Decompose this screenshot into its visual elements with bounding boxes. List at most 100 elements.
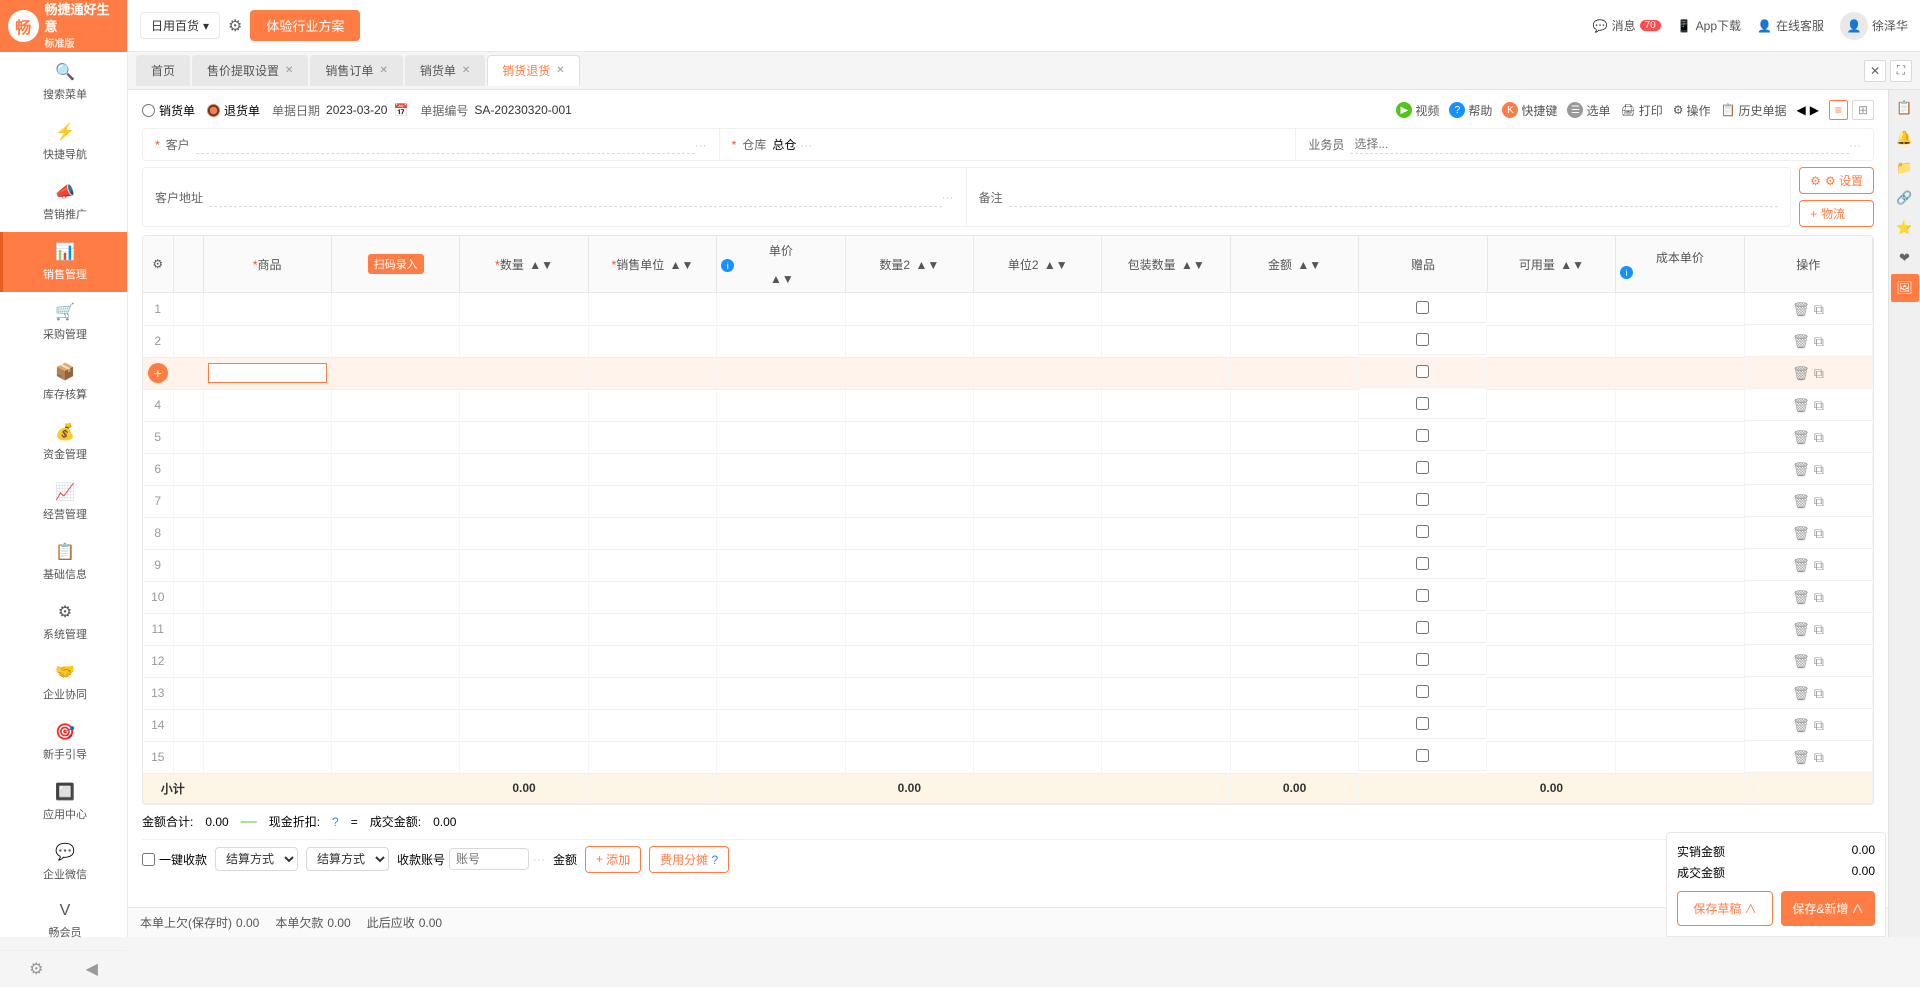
row4-copy-icon[interactable]: ⧉ [1814,397,1824,414]
tab-price-setting[interactable]: 售价提取设置 ✕ [192,55,308,86]
user-info[interactable]: 👤 徐泽华 [1840,12,1908,40]
price-sort-icon[interactable]: ▲▼ [770,272,794,286]
radio-sales-bill[interactable]: 销货单 [142,102,195,119]
settings-gear-icon[interactable]: ⚙ [228,16,242,36]
address-select-icon[interactable]: ··· [942,190,954,204]
row6-gift-checkbox[interactable] [1416,461,1429,474]
amount-sort-icon[interactable]: ▲▼ [1297,258,1321,272]
row2-unit-cell[interactable] [588,325,716,357]
next-btn[interactable]: ▶ [1810,103,1819,117]
row7-delete-icon[interactable]: 🗑 [1792,493,1810,510]
row1-unit2-cell[interactable] [974,293,1102,326]
sidebar-item-marketing[interactable]: 📣 营销推广 [0,172,127,232]
row14-gift-checkbox[interactable] [1416,717,1429,730]
row2-unit2-cell[interactable] [974,325,1102,357]
row15-copy-icon[interactable]: ⧉ [1814,749,1824,766]
sidebar-collapse-btn[interactable]: ◀ [86,959,98,979]
operation-action[interactable]: ⚙ 操作 [1673,102,1711,119]
tab-sales-order[interactable]: 销售订单 ✕ [310,55,402,86]
unit2-sort-icon[interactable]: ▲▼ [1044,258,1068,272]
tab-sales-order-close[interactable]: ✕ [379,65,387,76]
row1-qty2-cell[interactable] [845,293,973,326]
row5-copy-icon[interactable]: ⧉ [1814,429,1824,446]
staff-select-icon[interactable]: ··· [1849,138,1861,152]
app-download-btn[interactable]: 📱 App下载 [1677,17,1741,34]
row1-gift-checkbox[interactable] [1416,301,1429,314]
row1-unit-cell[interactable] [588,293,716,326]
row1-product-cell[interactable] [203,293,331,326]
row10-delete-icon[interactable]: 🗑 [1792,589,1810,606]
radio-sales-input[interactable] [142,104,155,117]
row1-qty-cell[interactable] [460,293,588,326]
row3-unit2-cell[interactable] [974,357,1102,389]
row8-gift-checkbox[interactable] [1416,525,1429,538]
fullscreen-btn[interactable]: ⛶ [1890,60,1912,82]
history-action[interactable]: 📋 历史单据 [1720,102,1786,119]
row3-copy-icon[interactable]: ⧉ [1814,365,1824,382]
row3-delete-icon[interactable]: 🗑 [1792,365,1810,382]
side-icon-link[interactable]: 🔗 [1891,184,1919,212]
row2-price-cell[interactable] [717,325,845,357]
side-icon-heart[interactable]: ❤ [1891,244,1919,272]
price-info-icon[interactable]: i [721,259,734,272]
print-action[interactable]: 🖨 打印 [1620,102,1662,119]
row1-packqty-cell[interactable] [1102,293,1230,326]
row3-amount-cell[interactable] [1230,357,1358,389]
row6-copy-icon[interactable]: ⧉ [1814,461,1824,478]
sidebar-item-collab[interactable]: 🤝 企业协同 [0,652,127,712]
row5-delete-icon[interactable]: 🗑 [1792,429,1810,446]
radio-return-bill[interactable]: 退货单 [207,102,260,119]
video-action[interactable]: ▶ 视频 [1396,102,1439,119]
category-select[interactable]: 日用百货 ▾ [140,12,220,39]
sidebar-item-operations[interactable]: 📈 经营管理 [0,472,127,532]
row5-gift-checkbox[interactable] [1416,429,1429,442]
scan-btn[interactable]: 扫码录入 [368,254,424,274]
side-icon-star[interactable]: ⭐ [1891,214,1919,242]
customer-input[interactable] [196,135,695,154]
shortcut-action[interactable]: K 快捷键 [1502,102,1557,119]
row14-copy-icon[interactable]: ⧉ [1814,717,1824,734]
onepay-checkbox-label[interactable]: 一键收款 [142,851,207,868]
row1-delete-icon[interactable]: 🗑 [1792,301,1810,318]
calendar-icon[interactable]: 📅 [393,103,408,117]
row3-price-cell[interactable] [717,357,845,389]
account-input[interactable] [449,848,529,870]
row8-delete-icon[interactable]: 🗑 [1792,525,1810,542]
add-row-btn[interactable]: + [148,363,168,383]
row13-copy-icon[interactable]: ⧉ [1814,685,1824,702]
row2-delete-icon[interactable]: 🗑 [1792,333,1810,350]
row12-delete-icon[interactable]: 🗑 [1792,653,1810,670]
tab-home[interactable]: 首页 [136,55,190,86]
row3-unit-cell[interactable] [588,357,716,389]
packqty-sort-icon[interactable]: ▲▼ [1181,258,1205,272]
sidebar-item-inventory[interactable]: 📦 库存核算 [0,352,127,412]
row12-gift-checkbox[interactable] [1416,653,1429,666]
warehouse-select-icon[interactable]: ··· [800,138,812,152]
row2-packqty-cell[interactable] [1102,325,1230,357]
row8-copy-icon[interactable]: ⧉ [1814,525,1824,542]
row13-gift-checkbox[interactable] [1416,685,1429,698]
sidebar-item-purchase[interactable]: 🛒 采购管理 [0,292,127,352]
side-icon-active[interactable]: 🖼 [1891,274,1919,302]
add-pay-btn[interactable]: + 添加 [585,846,641,873]
tab-sales-bill[interactable]: 销货单 ✕ [405,55,485,86]
calc-method-select[interactable]: 结算方式 [215,847,298,871]
sidebar-item-basic[interactable]: 📋 基础信息 [0,532,127,592]
calc-method-select2[interactable]: 结算方式 [306,847,389,871]
sidebar-settings-btn[interactable]: ⚙ [29,959,43,979]
row10-gift-checkbox[interactable] [1416,589,1429,602]
wuliu-btn[interactable]: + 物流 [1799,200,1874,227]
close-all-btn[interactable]: ✕ [1864,60,1886,82]
sidebar-item-guide[interactable]: 🎯 新手引导 [0,712,127,772]
select-action[interactable]: ☰ 选单 [1567,102,1610,119]
row2-qty2-cell[interactable] [845,325,973,357]
save-new-btn[interactable]: 保存&新增 ∧ [1781,891,1875,926]
row4-gift-checkbox[interactable] [1416,397,1429,410]
row9-copy-icon[interactable]: ⧉ [1814,557,1824,574]
sidebar-item-wechat[interactable]: 💬 企业微信 [0,832,127,892]
onepay-checkbox[interactable] [142,853,155,866]
row3-product-cell[interactable] [203,357,331,389]
online-service-btn[interactable]: 👤 在线客服 [1757,17,1824,34]
row1-copy-icon[interactable]: ⧉ [1814,301,1824,318]
tab-price-close[interactable]: ✕ [285,65,293,76]
